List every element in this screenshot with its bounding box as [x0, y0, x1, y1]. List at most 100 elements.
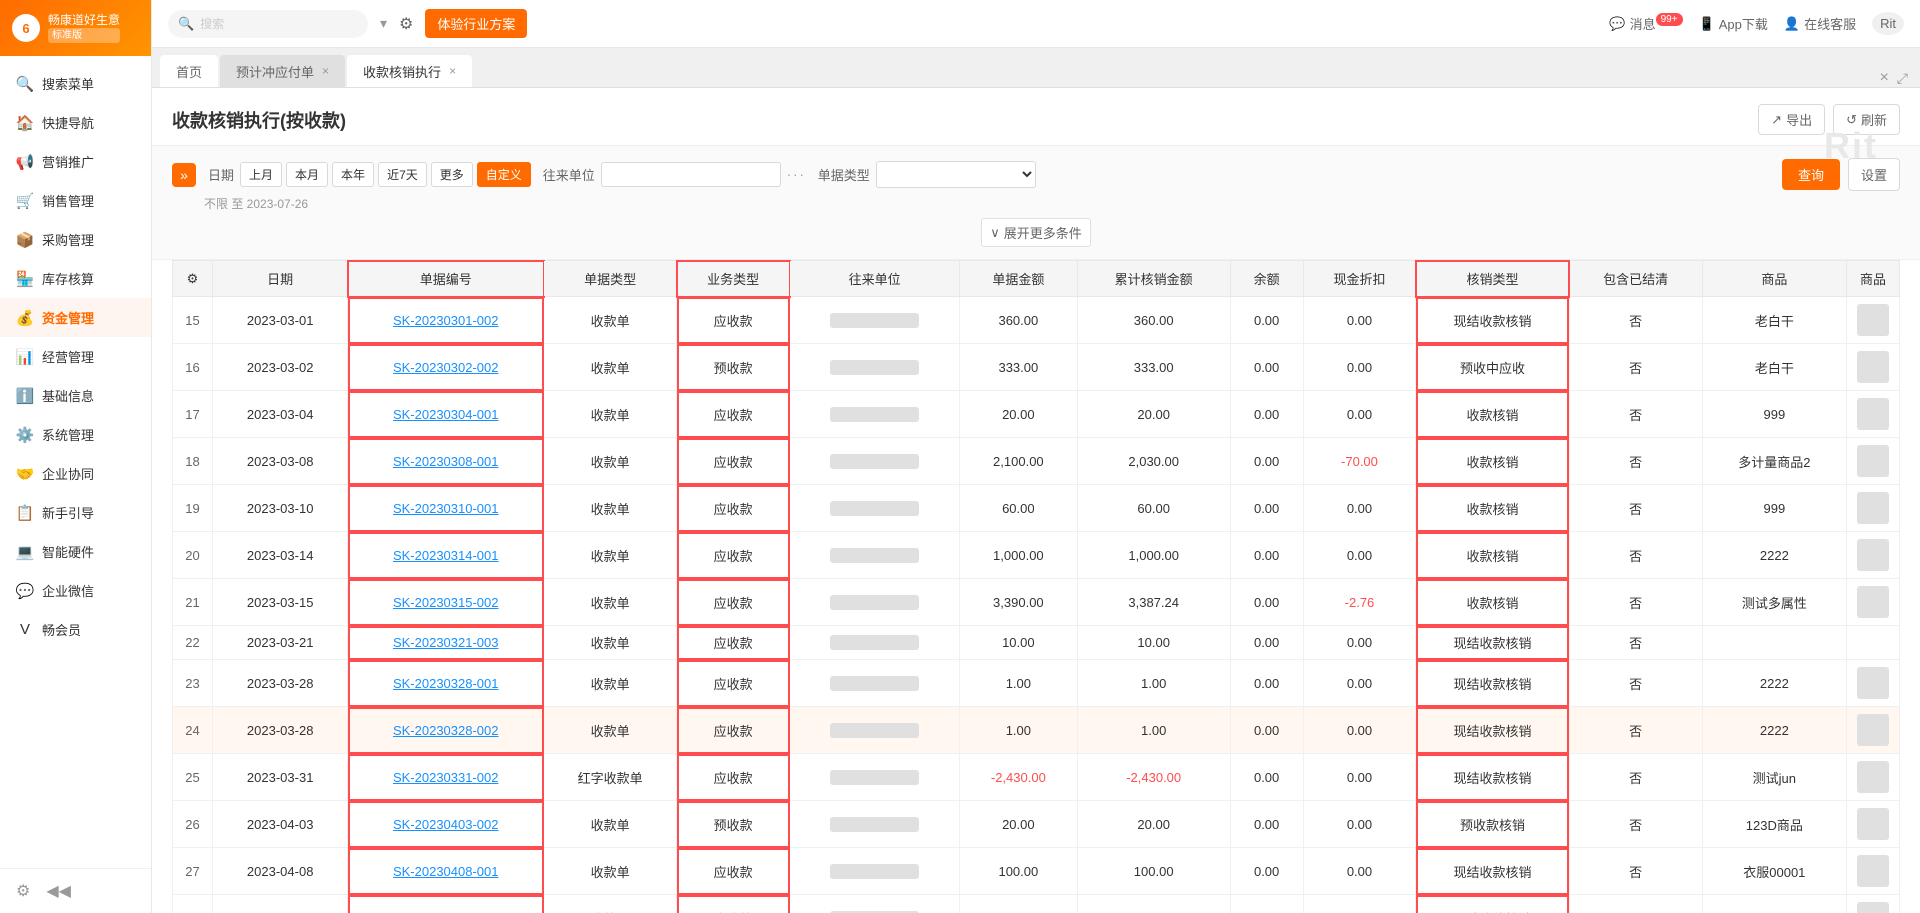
query-button[interactable]: 查询: [1782, 159, 1840, 190]
th-balance[interactable]: 余额: [1230, 261, 1303, 297]
tab-expand-icon[interactable]: ⤢: [1897, 70, 1908, 87]
date-btn-custom[interactable]: 自定义: [477, 162, 531, 187]
settings-icon[interactable]: ⚙: [16, 881, 30, 901]
voucher-link[interactable]: SK-20230315-002: [393, 595, 499, 610]
table-row[interactable]: 26 2023-04-03 SK-20230403-002 收款单 预收款 20…: [173, 801, 1900, 848]
tab-receipt-close[interactable]: ×: [449, 64, 456, 78]
date-btn-last-month[interactable]: 上月: [240, 162, 282, 187]
cell-voucher-no[interactable]: SK-20230331-002: [348, 754, 544, 801]
sidebar-item-newbie[interactable]: 📋新手引导: [0, 493, 151, 532]
cell-voucher-no[interactable]: SK-20230310-001: [348, 485, 544, 532]
filter-collapse-button[interactable]: »: [172, 163, 196, 187]
sidebar-item-finance[interactable]: 💰资金管理: [0, 298, 151, 337]
sidebar-item-hardware[interactable]: 💻智能硬件: [0, 532, 151, 571]
sidebar-item-member[interactable]: V畅会员: [0, 610, 151, 649]
sidebar-item-marketing[interactable]: 📢营销推广: [0, 142, 151, 181]
voucher-link[interactable]: SK-20230331-002: [393, 770, 499, 785]
sidebar-item-operations[interactable]: 📊经营管理: [0, 337, 151, 376]
th-biz-type[interactable]: 业务类型: [677, 261, 790, 297]
th-discount[interactable]: 现金折扣: [1303, 261, 1416, 297]
table-row[interactable]: 17 2023-03-04 SK-20230304-001 收款单 应收款 20…: [173, 391, 1900, 438]
collapse-icon[interactable]: ◀◀: [46, 881, 71, 901]
table-row[interactable]: 24 2023-03-28 SK-20230328-002 收款单 应收款 1.…: [173, 707, 1900, 754]
table-row[interactable]: 22 2023-03-21 SK-20230321-003 收款单 应收款 10…: [173, 626, 1900, 660]
sidebar-item-inventory[interactable]: 🏪库存核算: [0, 259, 151, 298]
th-voucher-type[interactable]: 单据类型: [544, 261, 677, 297]
tab-close-all-icon[interactable]: ×: [1879, 69, 1888, 87]
cell-voucher-no[interactable]: SK-20230328-001: [348, 660, 544, 707]
th-date[interactable]: 日期: [213, 261, 348, 297]
cell-voucher-no[interactable]: SK-20230304-001: [348, 391, 544, 438]
table-row[interactable]: 18 2023-03-08 SK-20230308-001 收款单 应收款 2,…: [173, 438, 1900, 485]
th-amount[interactable]: 单据金额: [960, 261, 1077, 297]
date-btn-7days[interactable]: 近7天: [378, 162, 427, 187]
th-product1[interactable]: 商品: [1702, 261, 1846, 297]
tab-receipt[interactable]: 收款核销执行 ×: [347, 55, 472, 87]
voucher-link[interactable]: SK-20230301-002: [393, 313, 499, 328]
voucher-link[interactable]: SK-20230403-002: [393, 817, 499, 832]
date-btn-this-year[interactable]: 本年: [332, 162, 374, 187]
th-settings[interactable]: ⚙: [173, 261, 213, 297]
cell-voucher-no[interactable]: SK-20230321-003: [348, 626, 544, 660]
sidebar-item-sales[interactable]: 🛒销售管理: [0, 181, 151, 220]
messages-button[interactable]: 💬 消息 99+: [1609, 14, 1682, 33]
cell-voucher-no[interactable]: SK-20230418-001: [348, 895, 544, 913]
th-voucher-no[interactable]: 单据编号: [348, 261, 544, 297]
cell-voucher-no[interactable]: SK-20230302-002: [348, 344, 544, 391]
table-row[interactable]: 21 2023-03-15 SK-20230315-002 收款单 应收款 3,…: [173, 579, 1900, 626]
app-download-button[interactable]: 📱 App下载: [1699, 14, 1768, 33]
voucher-link[interactable]: SK-20230328-002: [393, 723, 499, 738]
user-avatar[interactable]: Rit: [1872, 12, 1904, 35]
voucher-link[interactable]: SK-20230328-001: [393, 676, 499, 691]
table-row[interactable]: 19 2023-03-10 SK-20230310-001 收款单 应收款 60…: [173, 485, 1900, 532]
cell-voucher-no[interactable]: SK-20230315-002: [348, 579, 544, 626]
tab-payables-close[interactable]: ×: [322, 64, 329, 78]
voucher-link[interactable]: SK-20230408-001: [393, 864, 499, 879]
voucher-link[interactable]: SK-20230302-002: [393, 360, 499, 375]
cell-voucher-no[interactable]: SK-20230314-001: [348, 532, 544, 579]
table-row[interactable]: 16 2023-03-02 SK-20230302-002 收款单 预收款 33…: [173, 344, 1900, 391]
export-button[interactable]: ↗ 导出: [1758, 104, 1825, 135]
th-accumulated[interactable]: 累计核销金额: [1077, 261, 1230, 297]
dropdown-arrow[interactable]: ▾: [380, 15, 387, 32]
online-service-button[interactable]: 👤 在线客服: [1784, 14, 1856, 33]
th-verify-type[interactable]: 核销类型: [1416, 261, 1569, 297]
table-row[interactable]: 25 2023-03-31 SK-20230331-002 红字收款单 应收款 …: [173, 754, 1900, 801]
voucher-link[interactable]: SK-20230321-003: [393, 635, 499, 650]
expand-more-btn[interactable]: ∨ 展开更多条件: [981, 218, 1091, 247]
th-partner[interactable]: 往来单位: [790, 261, 960, 297]
tab-payables[interactable]: 预计冲应付单 ×: [220, 55, 345, 87]
date-btn-this-month[interactable]: 本月: [286, 162, 328, 187]
cell-voucher-no[interactable]: SK-20230301-002: [348, 297, 544, 344]
solution-button[interactable]: 体验行业方案: [425, 9, 527, 38]
table-row[interactable]: 28 2023-04-18 SK-20230418-001 收款单 应收款 10…: [173, 895, 1900, 913]
th-product2[interactable]: 商品: [1847, 261, 1900, 297]
partner-input[interactable]: [601, 162, 781, 187]
voucher-link[interactable]: SK-20230308-001: [393, 454, 499, 469]
cell-voucher-no[interactable]: SK-20230403-002: [348, 801, 544, 848]
sidebar-item-system[interactable]: ⚙️系统管理: [0, 415, 151, 454]
sidebar-item-guide[interactable]: 🏠快捷导航: [0, 103, 151, 142]
sidebar-item-basic[interactable]: ℹ️基础信息: [0, 376, 151, 415]
sidebar-item-purchase[interactable]: 📦采购管理: [0, 220, 151, 259]
table-row[interactable]: 15 2023-03-01 SK-20230301-002 收款单 应收款 36…: [173, 297, 1900, 344]
cell-voucher-no[interactable]: SK-20230408-001: [348, 848, 544, 895]
cell-voucher-no[interactable]: SK-20230328-002: [348, 707, 544, 754]
voucher-link[interactable]: SK-20230314-001: [393, 548, 499, 563]
sidebar-item-enterprise[interactable]: 🤝企业协同: [0, 454, 151, 493]
gear-icon[interactable]: ⚙: [399, 14, 413, 34]
table-row[interactable]: 27 2023-04-08 SK-20230408-001 收款单 应收款 10…: [173, 848, 1900, 895]
table-row[interactable]: 20 2023-03-14 SK-20230314-001 收款单 应收款 1,…: [173, 532, 1900, 579]
sidebar-item-wechat[interactable]: 💬企业微信: [0, 571, 151, 610]
voucher-type-select[interactable]: [876, 161, 1036, 188]
refresh-button[interactable]: ↺ 刷新: [1833, 104, 1900, 135]
date-btn-more[interactable]: 更多: [431, 162, 473, 187]
sidebar-item-search[interactable]: 🔍搜索菜单: [0, 64, 151, 103]
table-row[interactable]: 23 2023-03-28 SK-20230328-001 收款单 应收款 1.…: [173, 660, 1900, 707]
tab-home[interactable]: 首页: [160, 55, 218, 87]
setting-button[interactable]: 设置: [1848, 158, 1900, 191]
voucher-link[interactable]: SK-20230304-001: [393, 407, 499, 422]
voucher-link[interactable]: SK-20230310-001: [393, 501, 499, 516]
cell-voucher-no[interactable]: SK-20230308-001: [348, 438, 544, 485]
th-include-cleared[interactable]: 包含已结清: [1569, 261, 1702, 297]
